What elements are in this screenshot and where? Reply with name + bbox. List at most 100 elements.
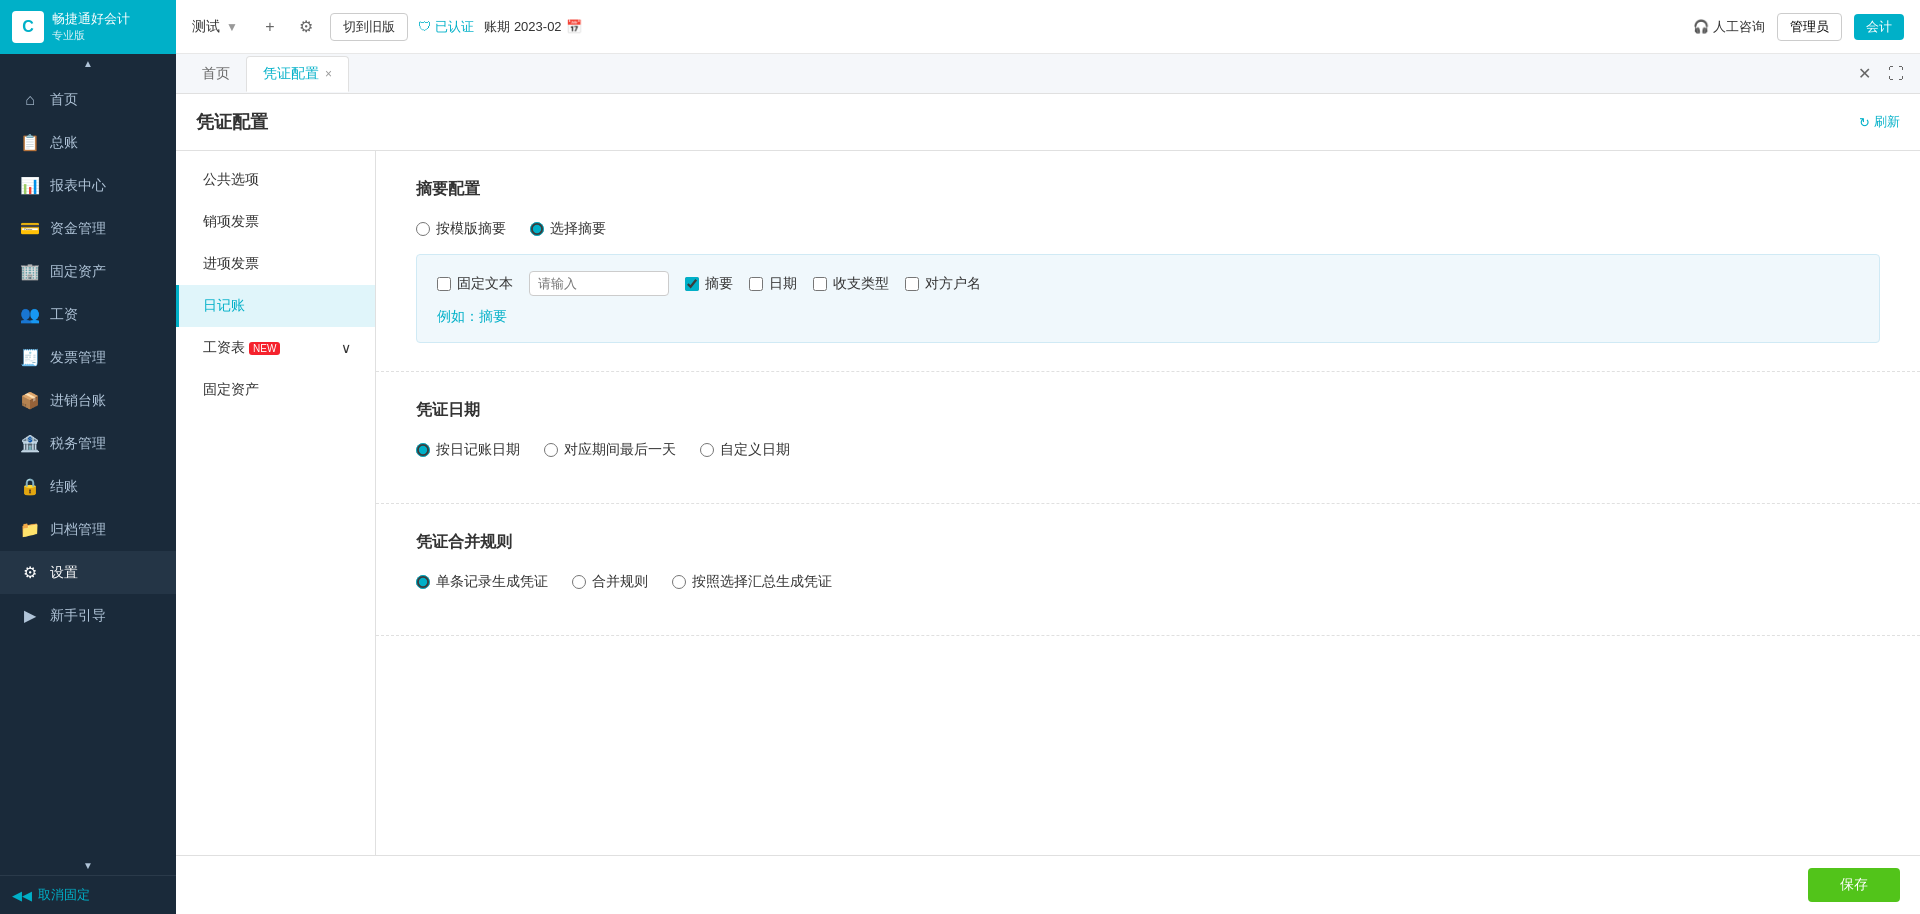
- select-merge-option[interactable]: 按照选择汇总生成凭证: [672, 573, 832, 591]
- summary-select-radio[interactable]: [530, 222, 544, 236]
- sidebar: C 畅捷通好会计 专业版 ▲ ⌂首页📋总账📊报表中心💳资金管理🏢固定资产👥工资🧾…: [0, 0, 176, 914]
- consult-btn[interactable]: 🎧 人工咨询: [1693, 18, 1765, 36]
- section-date: 凭证日期 按日记账日期 对应期间最后一天 自定义日期: [376, 372, 1920, 504]
- sidebar-item-tax[interactable]: 🏦税务管理: [0, 422, 176, 465]
- settings-icon: ⚙: [20, 563, 40, 582]
- period-last-radio[interactable]: [544, 443, 558, 457]
- sidebar-item-ledger[interactable]: 📋 总账: [0, 121, 176, 164]
- sidebar-item-report[interactable]: 📊 报表中心: [0, 164, 176, 207]
- sidebar-nav: ⌂首页📋总账📊报表中心💳资金管理🏢固定资产👥工资🧾发票管理📦进销台账🏦税务管理🔒…: [0, 73, 176, 856]
- select-merge-radio[interactable]: [672, 575, 686, 589]
- content-body: 公共选项 销项发票 进项发票 日记账 工资表NEW ∨ 固定资产 摘要配置: [176, 151, 1920, 855]
- tab-close-all-btn[interactable]: ✕: [1850, 60, 1878, 88]
- menu-item-public[interactable]: 公共选项: [176, 159, 375, 201]
- fixed-text-checkbox[interactable]: [437, 277, 451, 291]
- switch-old-btn[interactable]: 切到旧版: [330, 13, 408, 41]
- custom-date-option[interactable]: 自定义日期: [700, 441, 790, 459]
- sidebar-item-invoice[interactable]: 🧾发票管理: [0, 336, 176, 379]
- sidebar-item-assets[interactable]: 🏢固定资产: [0, 250, 176, 293]
- add-btn[interactable]: +: [256, 13, 284, 41]
- finance-icon: 💳: [20, 219, 40, 238]
- logo-text: 畅捷通好会计 专业版: [52, 11, 130, 42]
- sidebar-item-payroll[interactable]: 👥工资: [0, 293, 176, 336]
- date-checkbox[interactable]: [749, 277, 763, 291]
- sidebar-item-closing[interactable]: 🔒结账: [0, 465, 176, 508]
- summary-radio-group: 按模版摘要 选择摘要: [416, 220, 1880, 238]
- sidebar-item-label: 首页: [50, 91, 78, 109]
- menu-item-fixed-assets[interactable]: 固定资产: [176, 369, 375, 411]
- manager-btn[interactable]: 管理员: [1777, 13, 1842, 41]
- sidebar-item-label: 新手引导: [50, 607, 106, 625]
- summary-checkbox[interactable]: [685, 277, 699, 291]
- section-merge: 凭证合并规则 单条记录生成凭证 合并规则 按照选择汇总生成凭证: [376, 504, 1920, 636]
- sidebar-item-label: 工资: [50, 306, 78, 324]
- pay-type-checkbox[interactable]: [813, 277, 827, 291]
- menu-item-purchase-invoice[interactable]: 进项发票: [176, 243, 375, 285]
- sidebar-item-label: 报表中心: [50, 177, 106, 195]
- page-title: 凭证配置: [196, 110, 268, 150]
- single-radio[interactable]: [416, 575, 430, 589]
- report-icon: 📊: [20, 176, 40, 195]
- sidebar-item-label: 归档管理: [50, 521, 106, 539]
- period-last-option[interactable]: 对应期间最后一天: [544, 441, 676, 459]
- project-name: 测试 ▼: [192, 18, 238, 36]
- summary-select-option[interactable]: 选择摘要: [530, 220, 606, 238]
- counterpart-option[interactable]: 对方户名: [905, 275, 981, 293]
- scroll-down-btn[interactable]: ▼: [0, 856, 176, 875]
- section-merge-title: 凭证合并规则: [416, 532, 1880, 553]
- ledger-icon: 📋: [20, 133, 40, 152]
- summary-option[interactable]: 摘要: [685, 275, 733, 293]
- sidebar-item-settings[interactable]: ⚙设置: [0, 551, 176, 594]
- sidebar-item-home[interactable]: ⌂ 首页: [0, 79, 176, 121]
- date-option[interactable]: 日期: [749, 275, 797, 293]
- tab-fullscreen-btn[interactable]: ⛶: [1882, 60, 1910, 88]
- assets-icon: 🏢: [20, 262, 40, 281]
- tab-close-icon[interactable]: ×: [325, 67, 332, 81]
- sidebar-item-label: 发票管理: [50, 349, 106, 367]
- summary-template-option[interactable]: 按模版摘要: [416, 220, 506, 238]
- calendar-icon[interactable]: 📅: [566, 19, 582, 34]
- home-icon: ⌂: [20, 91, 40, 109]
- fixed-text-option[interactable]: 固定文本: [437, 275, 513, 293]
- journal-date-option[interactable]: 按日记账日期: [416, 441, 520, 459]
- sidebar-item-label: 总账: [50, 134, 78, 152]
- section-summary-title: 摘要配置: [416, 179, 1880, 200]
- menu-item-journal[interactable]: 日记账: [176, 285, 375, 327]
- menu-item-sales-invoice[interactable]: 销项发票: [176, 201, 375, 243]
- custom-date-radio[interactable]: [700, 443, 714, 457]
- project-chevron-icon[interactable]: ▼: [226, 20, 238, 34]
- refresh-btn[interactable]: ↻ 刷新: [1859, 113, 1900, 147]
- trade-icon: 📦: [20, 391, 40, 410]
- sidebar-item-finance[interactable]: 💳资金管理: [0, 207, 176, 250]
- bottom-bar: 保存: [176, 855, 1920, 914]
- tab-voucher-config[interactable]: 凭证配置 ×: [246, 56, 349, 92]
- counterpart-checkbox[interactable]: [905, 277, 919, 291]
- tab-home[interactable]: 首页: [186, 57, 246, 91]
- main-area: 测试 ▼ + ⚙ 切到旧版 🛡 已认证 账期 2023-02 📅 🎧 人工咨询 …: [176, 0, 1920, 914]
- header-right: 🎧 人工咨询 管理员 会计: [1693, 13, 1904, 41]
- merge-rule-radio[interactable]: [572, 575, 586, 589]
- date-radio-group: 按日记账日期 对应期间最后一天 自定义日期: [416, 441, 1880, 459]
- tax-icon: 🏦: [20, 434, 40, 453]
- single-option[interactable]: 单条记录生成凭证: [416, 573, 548, 591]
- scroll-up-btn[interactable]: ▲: [0, 54, 176, 73]
- fixed-text-input[interactable]: [529, 271, 669, 296]
- role-btn[interactable]: 会计: [1854, 14, 1904, 40]
- cancel-fixed-btn[interactable]: ◀◀ 取消固定: [0, 875, 176, 914]
- sidebar-item-archive[interactable]: 📁归档管理: [0, 508, 176, 551]
- menu-item-payroll-table[interactable]: 工资表NEW ∨: [176, 327, 375, 369]
- merge-rule-option[interactable]: 合并规则: [572, 573, 648, 591]
- pay-type-option[interactable]: 收支类型: [813, 275, 889, 293]
- journal-date-radio[interactable]: [416, 443, 430, 457]
- tab-bar: 首页 凭证配置 × ✕ ⛶: [176, 54, 1920, 94]
- save-btn[interactable]: 保存: [1808, 868, 1900, 902]
- new-badge: NEW: [249, 342, 280, 355]
- sidebar-item-guide[interactable]: ▶新手引导: [0, 594, 176, 637]
- summary-template-radio[interactable]: [416, 222, 430, 236]
- settings-btn[interactable]: ⚙: [292, 13, 320, 41]
- top-header: 测试 ▼ + ⚙ 切到旧版 🛡 已认证 账期 2023-02 📅 🎧 人工咨询 …: [176, 0, 1920, 54]
- closing-icon: 🔒: [20, 477, 40, 496]
- sidebar-item-trade[interactable]: 📦进销台账: [0, 379, 176, 422]
- refresh-icon: ↻: [1859, 115, 1870, 130]
- merge-radio-group: 单条记录生成凭证 合并规则 按照选择汇总生成凭证: [416, 573, 1880, 591]
